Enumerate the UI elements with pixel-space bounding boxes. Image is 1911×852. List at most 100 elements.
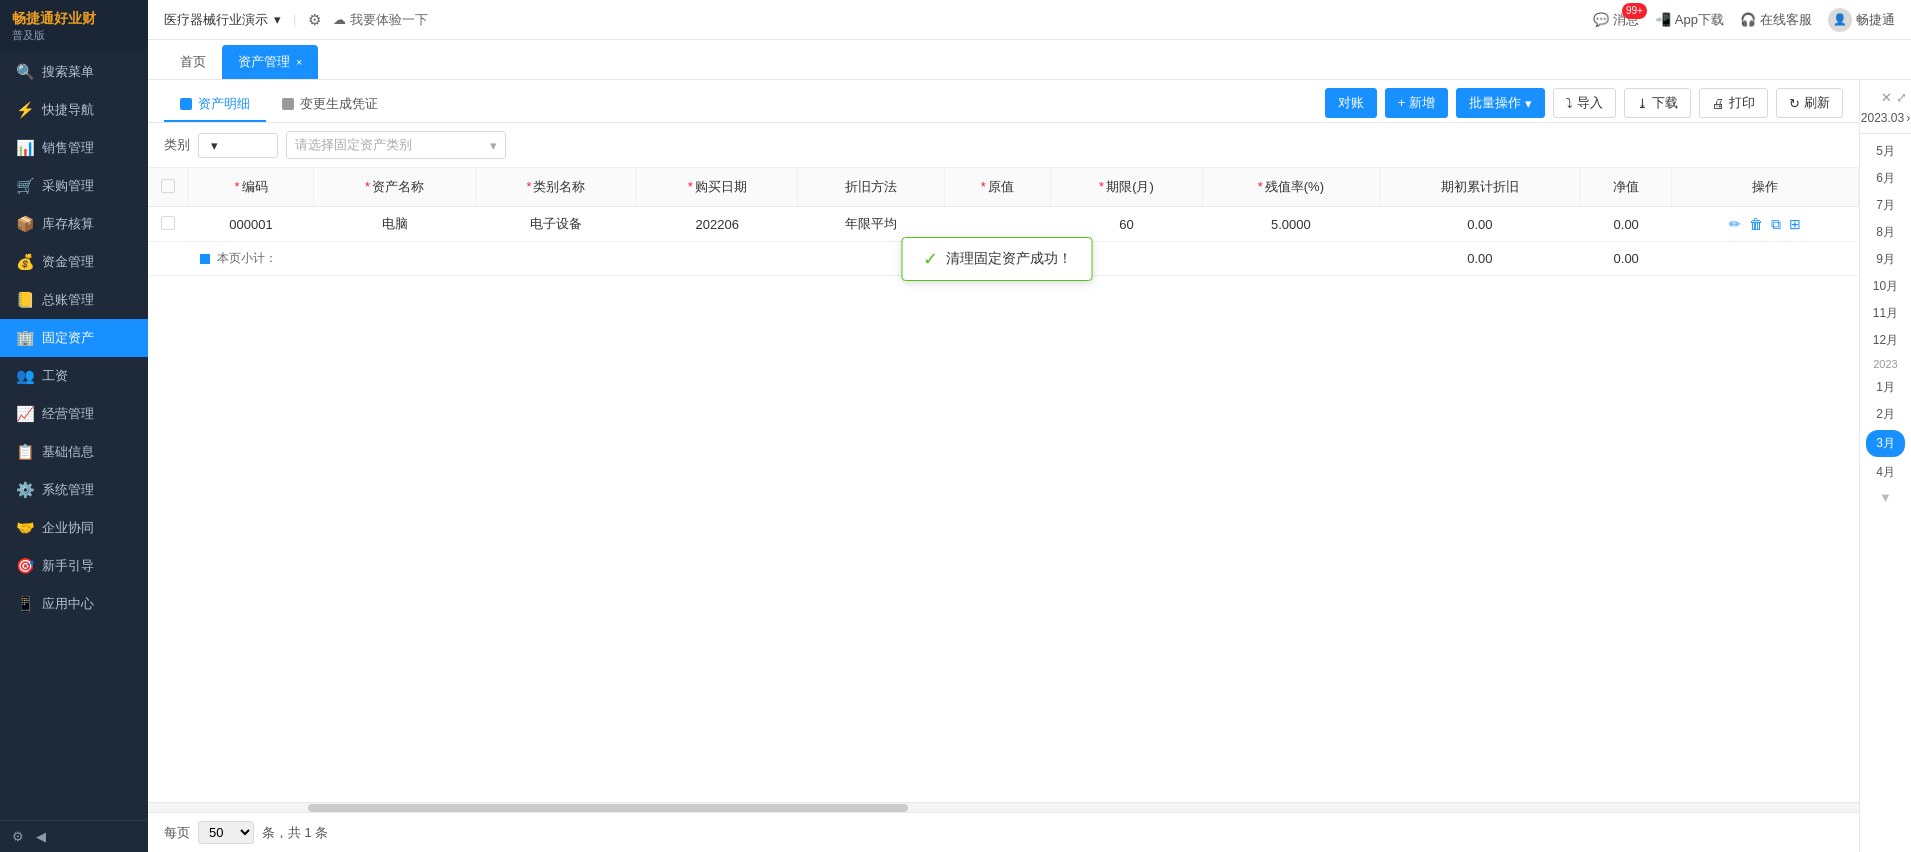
total-label: 条，共 1 条 (262, 824, 328, 842)
panel-year-month[interactable]: 2023.03 › (1860, 107, 1911, 134)
sub-tab-change-voucher[interactable]: 变更生成凭证 (266, 88, 394, 122)
print-button[interactable]: 🖨 打印 (1699, 88, 1768, 118)
sidebar-item-quick-nav[interactable]: ⚡ 快捷导航 (0, 91, 148, 129)
row-checkbox-cell[interactable] (148, 207, 188, 242)
cell-initial-depr: 0.00 (1379, 207, 1580, 242)
sidebar-item-label: 销售管理 (42, 139, 94, 157)
import-button[interactable]: ⤵ 导入 (1553, 88, 1616, 118)
sidebar-item-label: 系统管理 (42, 481, 94, 499)
book-icon: 📒 (16, 291, 34, 309)
building-icon: 🏢 (16, 329, 34, 347)
settings-bottom-icon[interactable]: ⚙ (12, 829, 24, 844)
month-6[interactable]: 6月 (1860, 165, 1911, 192)
action-icons: ✏ 🗑 ⧉ ⊞ (1680, 216, 1851, 233)
sidebar-item-purchase[interactable]: 🛒 采购管理 (0, 167, 148, 205)
month-8[interactable]: 8月 (1860, 219, 1911, 246)
sidebar-item-ledger[interactable]: 📒 总账管理 (0, 281, 148, 319)
download-button[interactable]: ⤓ 下载 (1624, 88, 1691, 118)
close-tab-icon[interactable]: × (296, 56, 302, 68)
subtotal-initial-dep: 0.00 (1379, 242, 1580, 276)
select-all-cell[interactable] (148, 168, 188, 207)
topbar-divider: | (293, 12, 296, 27)
online-service-btn[interactable]: 🎧 在线客服 (1740, 11, 1812, 29)
month-7[interactable]: 7月 (1860, 192, 1911, 219)
app-subtitle: 普及版 (12, 28, 45, 43)
feedback-label: 我要体验一下 (350, 11, 428, 29)
month-4[interactable]: 4月 (1860, 459, 1911, 486)
month-9[interactable]: 9月 (1860, 246, 1911, 273)
select-all-checkbox[interactable] (161, 179, 175, 193)
row-checkbox[interactable] (161, 216, 175, 230)
clipboard-icon: 📋 (16, 443, 34, 461)
per-page-select[interactable]: 50 100 200 (198, 821, 254, 844)
app-download-btn[interactable]: 📲 App下载 (1655, 11, 1724, 29)
right-panel: ✕ ⤢ 2023.03 › 5月 6月 7月 8月 9月 10月 11月 12月… (1859, 80, 1911, 852)
sidebar-item-payroll[interactable]: 👥 工资 (0, 357, 148, 395)
chart-icon: 📊 (16, 139, 34, 157)
cell-category: 电子设备 (475, 207, 636, 242)
sub-tab-asset-detail[interactable]: 资产明细 (164, 88, 266, 122)
new-button[interactable]: + 新增 (1385, 88, 1448, 118)
cell-original-value: ✓ 清理固定资产成功！ (944, 207, 1050, 242)
tab-home[interactable]: 首页 (164, 45, 222, 79)
col-category: *类别名称 (475, 168, 636, 207)
month-12[interactable]: 12月 (1860, 327, 1911, 354)
page-main: 资产明细 变更生成凭证 对账 + 新增 批量操作 ▾ ⤵ 导入 (148, 80, 1859, 852)
month-1[interactable]: 1月 (1860, 374, 1911, 401)
handshake-icon: 🤝 (16, 519, 34, 537)
refresh-button[interactable]: ↻ 刷新 (1776, 88, 1843, 118)
copy-icon[interactable]: ⧉ (1771, 216, 1781, 233)
reconcile-button[interactable]: 对账 (1325, 88, 1377, 118)
tab-label: 资产管理 (238, 53, 290, 71)
tab-asset-management[interactable]: 资产管理 × (222, 45, 318, 79)
sidebar-item-fixed-assets[interactable]: 🏢 固定资产 (0, 319, 148, 357)
sidebar-bottom: ⚙ ◀ (0, 820, 148, 852)
money-icon: 💰 (16, 253, 34, 271)
sidebar-item-guide[interactable]: 🎯 新手引导 (0, 547, 148, 585)
close-panel-icon[interactable]: ✕ (1881, 90, 1892, 105)
sidebar-item-funds[interactable]: 💰 资金管理 (0, 243, 148, 281)
sidebar-item-basic-info[interactable]: 📋 基础信息 (0, 433, 148, 471)
expand-panel-icon[interactable]: ⤢ (1896, 90, 1907, 105)
user-area[interactable]: 👤 畅捷通 (1828, 8, 1895, 32)
month-11[interactable]: 11月 (1860, 300, 1911, 327)
batch-ops-button[interactable]: 批量操作 ▾ (1456, 88, 1545, 118)
sidebar-item-ops[interactable]: 📈 经营管理 (0, 395, 148, 433)
settings-gear-icon[interactable]: ⚙ (308, 11, 321, 29)
month-3-active[interactable]: 3月 (1866, 430, 1905, 457)
sidebar-item-sales[interactable]: 📊 销售管理 (0, 129, 148, 167)
scrollbar-thumb[interactable] (308, 804, 908, 812)
more-icon[interactable]: ⊞ (1789, 216, 1801, 232)
month-2[interactable]: 2月 (1860, 401, 1911, 428)
chevron-icon: ▾ (211, 138, 218, 153)
app-download-label: App下载 (1675, 11, 1724, 29)
company-name: 医疗器械行业演示 (164, 11, 268, 29)
sidebar-item-enterprise[interactable]: 🤝 企业协同 (0, 509, 148, 547)
collapse-sidebar-button[interactable]: ◀ (36, 829, 46, 844)
sidebar-scroll: 🔍 搜索菜单 ⚡ 快捷导航 📊 销售管理 🛒 采购管理 📦 库存核算 💰 资金管… (0, 53, 148, 820)
flash-icon: ⚡ (16, 101, 34, 119)
table-wrapper: *编码 *资产名称 *类别名称 *购买日期 折旧方法 *原值 *期限(月) *残… (148, 168, 1859, 802)
sidebar-item-search[interactable]: 🔍 搜索菜单 (0, 53, 148, 91)
sidebar-item-app-center[interactable]: 📱 应用中心 (0, 585, 148, 623)
topbar-right: 💬 消息 99+ 📲 App下载 🎧 在线客服 👤 畅捷通 (1593, 8, 1895, 32)
category-type-select[interactable]: ▾ (198, 133, 278, 158)
sidebar-item-sys[interactable]: ⚙️ 系统管理 (0, 471, 148, 509)
sidebar-item-inventory[interactable]: 📦 库存核算 (0, 205, 148, 243)
feedback-btn[interactable]: ☁ 我要体验一下 (333, 11, 428, 29)
category-filter-input[interactable]: 请选择固定资产类别 ▾ (286, 131, 506, 159)
month-10[interactable]: 10月 (1860, 273, 1911, 300)
horizontal-scrollbar[interactable] (148, 802, 1859, 812)
message-btn[interactable]: 💬 消息 99+ (1593, 11, 1639, 29)
sub-tab-label: 资产明细 (198, 95, 250, 113)
company-selector[interactable]: 医疗器械行业演示 ▾ (164, 11, 281, 29)
pagination-bar: 每页 50 100 200 条，共 1 条 (148, 812, 1859, 852)
edit-icon[interactable]: ✏ (1729, 216, 1741, 232)
month-5[interactable]: 5月 (1860, 138, 1911, 165)
delete-icon[interactable]: 🗑 (1749, 216, 1763, 232)
nav-tabs: 首页 资产管理 × (148, 40, 1911, 80)
phone-icon: 📱 (16, 595, 34, 613)
col-period: *期限(月) (1050, 168, 1202, 207)
tab-icon (180, 98, 192, 110)
sidebar-item-label: 应用中心 (42, 595, 94, 613)
